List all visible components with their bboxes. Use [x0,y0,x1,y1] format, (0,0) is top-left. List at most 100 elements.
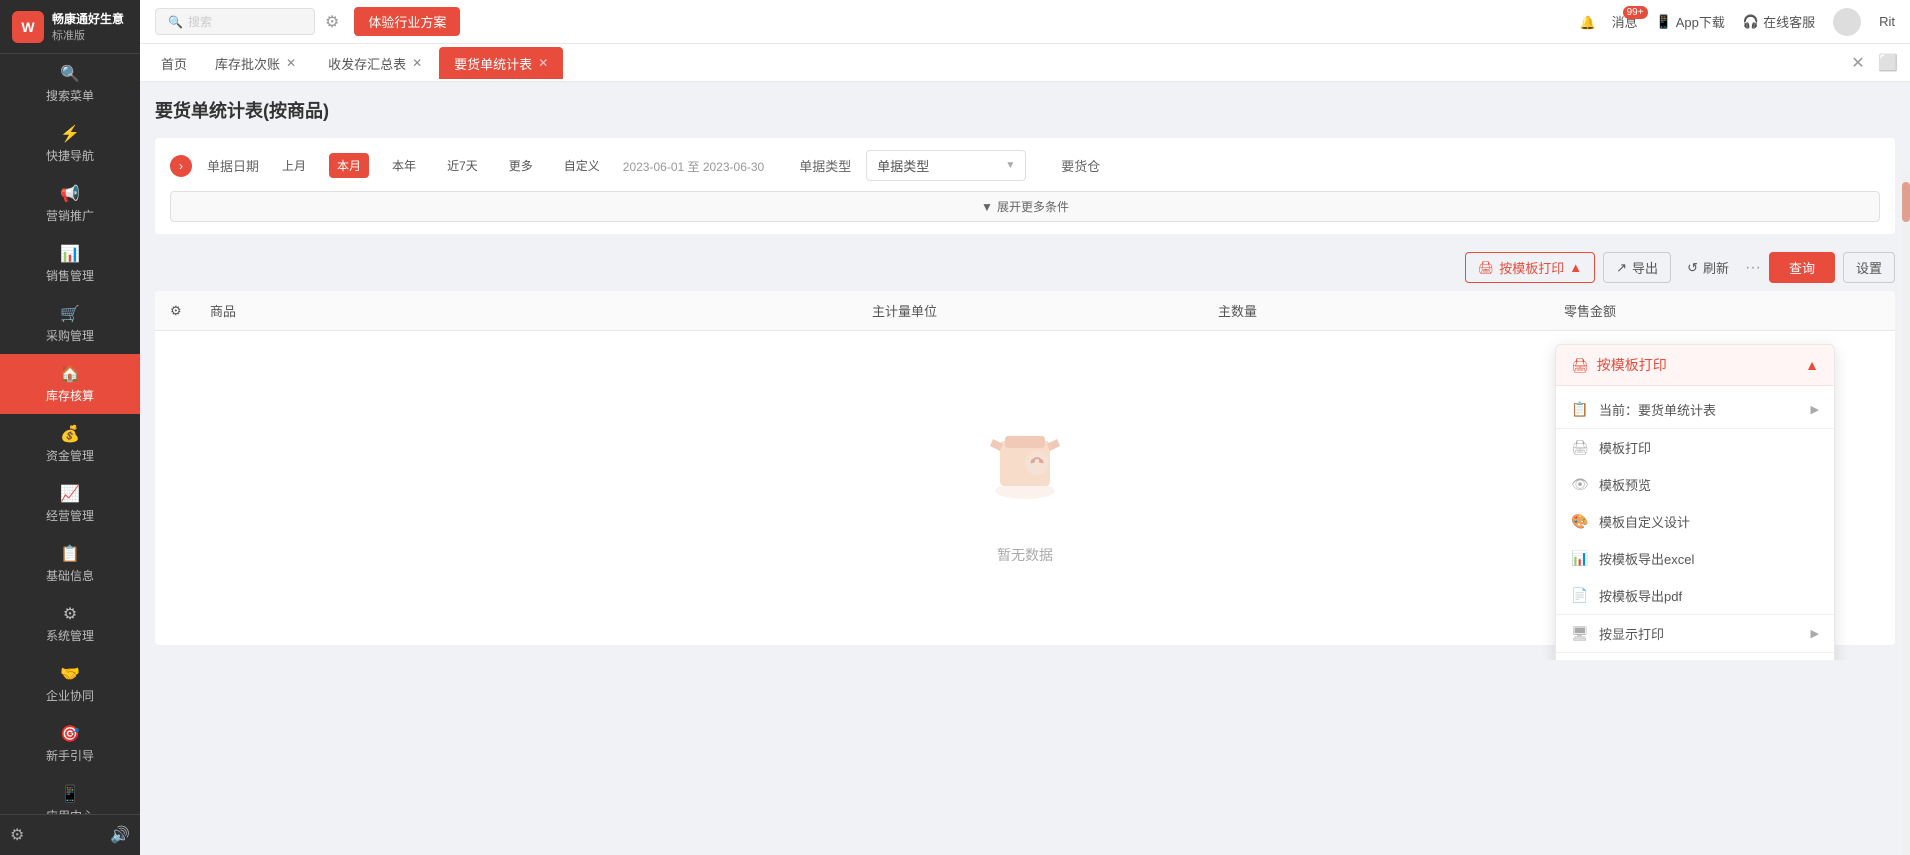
sidebar-item-enterprise[interactable]: 🤝 企业协同 [0,654,140,714]
sidebar-item-purchase[interactable]: 🛒 采购管理 [0,294,140,354]
dropdown-template-design[interactable]: 🎨 模板自定义设计 [1556,503,1834,540]
type-select[interactable]: 单据类型 ▼ [866,150,1026,181]
sound-icon[interactable]: 🔊 [110,825,130,845]
expand-label: 展开更多条件 [997,198,1069,215]
dropdown-close-icon[interactable]: ▲ [1805,357,1819,373]
sidebar-item-label: 采购管理 [46,327,94,344]
money-icon: 💰 [60,424,80,444]
list-icon: 📋 [60,544,80,564]
date-btn-current-year[interactable]: 本年 [384,153,424,178]
logo-icon: W [12,11,44,43]
col-settings[interactable]: ⚙ [155,303,195,319]
more-btn[interactable]: ··· [1745,259,1761,277]
flash-icon: ⚡ [60,124,80,144]
sidebar-item-label: 快捷导航 [46,147,94,164]
sidebar-item-label: 经营管理 [46,507,94,524]
scrollbar-thumb[interactable] [1902,182,1910,222]
tab-close-order-stats[interactable]: ✕ [538,56,548,70]
sidebar-item-sales[interactable]: 📊 销售管理 [0,234,140,294]
target-icon: 🎯 [60,724,80,744]
tab-receipt-summary[interactable]: 收发存汇总表 ✕ [313,47,437,79]
preview-icon: 👁 [1571,476,1589,493]
dropdown-default-func[interactable]: ⚙ 设置默认功能 ▶ [1556,653,1834,660]
sidebar-item-label: 资金管理 [46,447,94,464]
logo-text: 畅康通好生意 标准版 [52,10,124,43]
close-window-icon[interactable]: ✕ [1846,51,1870,75]
sidebar-item-marketing[interactable]: 📢 营销推广 [0,174,140,234]
dropdown-template-print[interactable]: 🖨 模板打印 [1556,429,1834,466]
tab-order-stats[interactable]: 要货单统计表 ✕ [439,47,563,79]
sidebar-bottom: ⚙ 🔊 [0,814,140,855]
display-icon: 🖥 [1571,625,1589,642]
tab-close-inventory-batch[interactable]: ✕ [286,56,296,70]
sidebar-item-basic[interactable]: 📋 基础信息 [0,534,140,594]
cart-icon: 🛒 [60,304,80,324]
page-content: 要货单统计表(按商品) › 单据日期 上月 本月 本年 近7天 更多 自定义 [140,82,1910,660]
topbar-settings-icon[interactable]: ⚙ [325,12,339,32]
window-controls: ✕ ⬜ [1846,51,1900,75]
maximize-window-icon[interactable]: ⬜ [1876,51,1900,75]
date-btn-current-month[interactable]: 本月 [329,153,369,178]
sidebar-item-system[interactable]: ⚙ 系统管理 [0,594,140,654]
refresh-btn[interactable]: ↺ 刷新 [1679,253,1737,282]
date-btn-prev-month[interactable]: 上月 [274,153,314,178]
export-btn[interactable]: ↗ 导出 [1603,252,1671,283]
dropdown-title: 🖨 按模板打印 [1571,355,1667,375]
template-print-dropdown: 🖨 按模板打印 ▲ 📋 当前：要货单统计表 ▶ [1555,344,1835,660]
sidebar-item-shortcut[interactable]: ⚡ 快捷导航 [0,114,140,174]
date-btn-custom[interactable]: 自定义 [556,153,608,178]
settings-bottom-icon[interactable]: ⚙ [10,825,24,845]
printer-icon: 🖨 [1478,260,1495,276]
sidebar-item-operations[interactable]: 📈 经营管理 [0,474,140,534]
topbar: 🔍 搜索 ⚙ 体验行业方案 🔔 99+ 消息 📱 App下载 🎧 在线客服 Ri… [140,0,1910,44]
sidebar-item-apps[interactable]: 📱 应用中心 [0,774,140,814]
date-label: 单据日期 [207,156,259,175]
sidebar-item-search[interactable]: 🔍 搜索菜单 [0,54,140,114]
sidebar-item-inventory[interactable]: 🏠 库存核算 [0,354,140,414]
template-print-btn[interactable]: 🖨 按模板打印 ▲ [1465,252,1595,283]
notification-area[interactable]: 🔔 99+ 消息 [1580,12,1638,31]
app-download[interactable]: 📱 App下载 [1656,12,1725,31]
sidebar-item-newbie[interactable]: 🎯 新手引导 [0,714,140,774]
tab-inventory-batch[interactable]: 库存批次账 ✕ [200,47,311,79]
type-label: 单据类型 [799,156,851,175]
type-select-value: 单据类型 [877,156,929,175]
filter-row-date: › 单据日期 上月 本月 本年 近7天 更多 自定义 2023-06-01 至 … [170,150,1880,181]
tab-close-receipt-summary[interactable]: ✕ [412,56,422,70]
trial-btn[interactable]: 体验行业方案 [354,7,460,36]
empty-text: 暂无数据 [997,545,1053,565]
avatar[interactable] [1833,8,1861,36]
col-product: 商品 [195,301,857,320]
sidebar-item-finance[interactable]: 💰 资金管理 [0,414,140,474]
dropdown-display-section: 🖥 按显示打印 ▶ [1556,615,1834,653]
tab-home[interactable]: 首页 [150,47,198,79]
chevron-down-icon: ▼ [1005,160,1015,171]
dropdown-display-print[interactable]: 🖥 按显示打印 ▶ [1556,615,1834,652]
main-area: 🔍 搜索 ⚙ 体验行业方案 🔔 99+ 消息 📱 App下载 🎧 在线客服 Ri… [140,0,1910,855]
filter-expand-btn[interactable]: › [170,155,192,177]
bell-icon: 🔔 [1580,15,1596,30]
home-icon: 🏠 [60,364,80,384]
dropdown-export-pdf[interactable]: 📄 按模板导出pdf [1556,577,1834,614]
scrollbar-track [1902,172,1910,855]
dropdown-body: 📋 当前：要货单统计表 ▶ 🖨 模板打印 👁 [1556,386,1834,660]
query-btn[interactable]: 查询 [1769,252,1835,283]
date-btn-more[interactable]: 更多 [501,153,541,178]
topbar-search[interactable]: 🔍 搜索 [155,8,315,35]
app-logo: W 畅康通好生意 标准版 [0,0,140,54]
chart-icon: 📊 [60,244,80,264]
settings-btn[interactable]: 设置 [1843,252,1895,283]
design-icon: 🎨 [1571,513,1589,530]
sidebar-item-label: 库存核算 [46,387,94,404]
current-template-label: 当前：要货单统计表 [1599,400,1716,419]
sidebar-item-label: 企业协同 [46,687,94,704]
filter-expand-row[interactable]: ▼ 展开更多条件 [170,191,1880,222]
date-btn-last-7[interactable]: 近7天 [439,153,486,178]
action-bar: 🖨 按模板打印 ▲ ↗ 导出 ↺ 刷新 ··· 查询 设置 [155,244,1895,291]
dropdown-export-excel[interactable]: 📊 按模板导出excel [1556,540,1834,577]
online-service[interactable]: 🎧 在线客服 [1743,12,1815,31]
dropdown-template-preview[interactable]: 👁 模板预览 [1556,466,1834,503]
trend-icon: 📈 [60,484,80,504]
current-template-item[interactable]: 📋 当前：要货单统计表 ▶ [1556,391,1834,429]
dropdown-display-label: 按显示打印 [1599,624,1664,643]
